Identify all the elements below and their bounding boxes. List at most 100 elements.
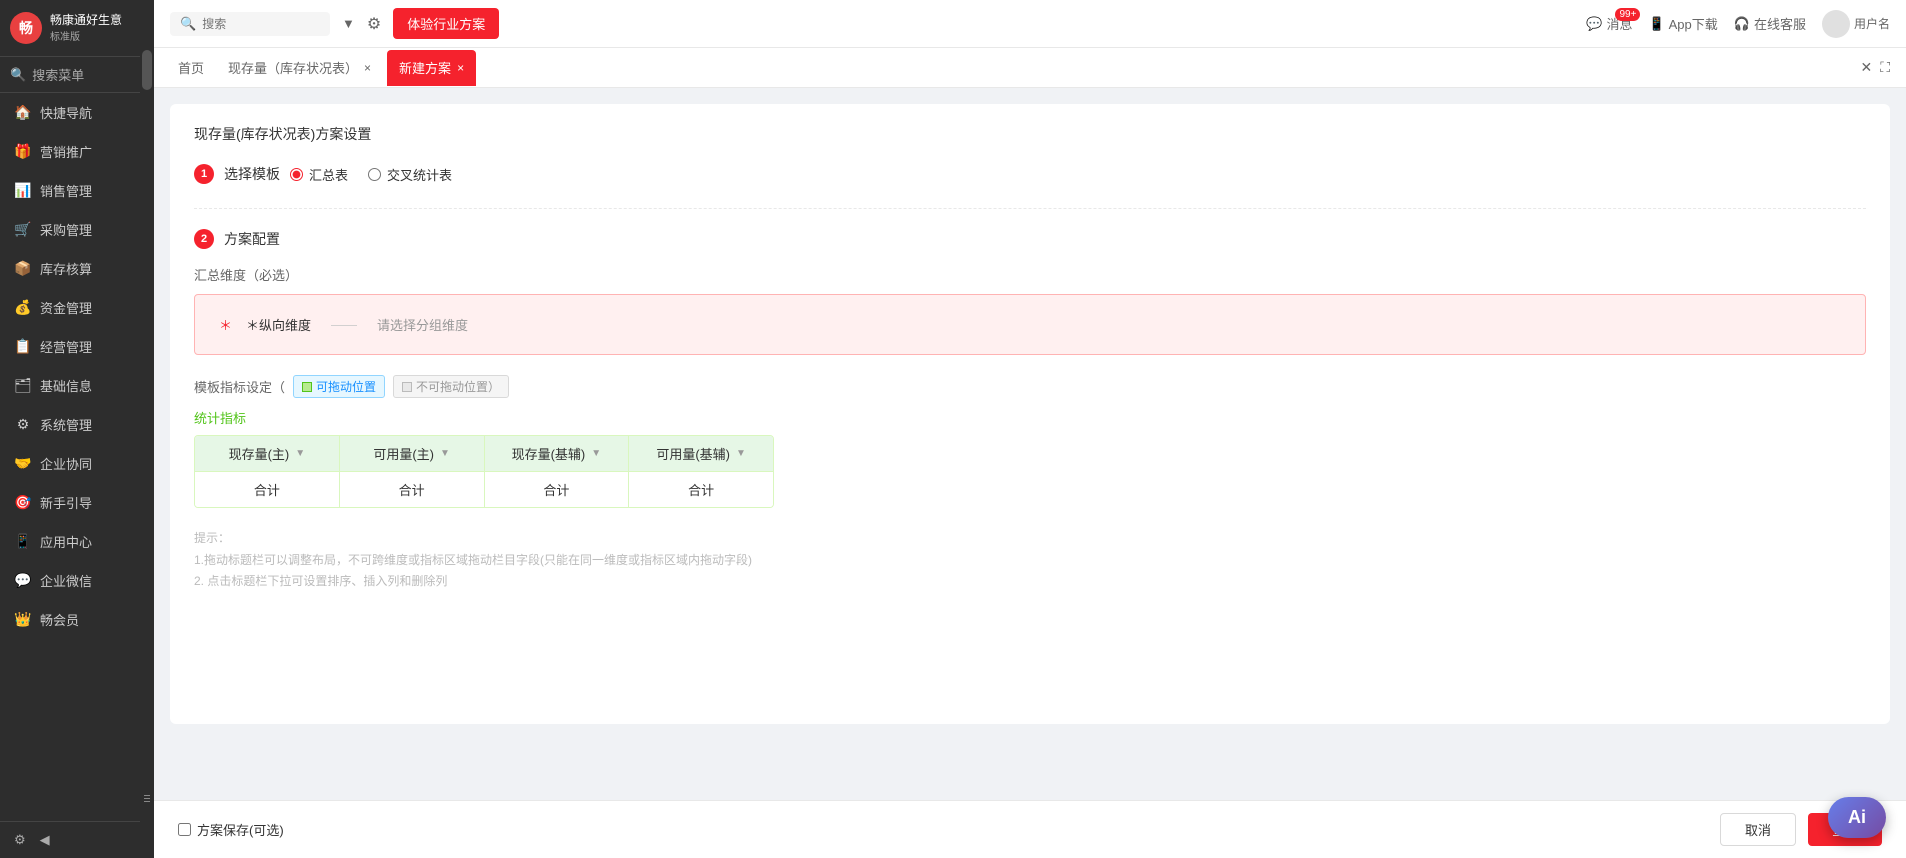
col-dropdown-icon[interactable]: ▼ [295,448,305,459]
collapse-icon[interactable]: ◀ [40,832,50,848]
sidebar-scroll [140,0,154,858]
step1-title: 选择模板 [224,164,280,184]
sidebar-item-app-center[interactable]: 📱 应用中心 [0,522,140,561]
step1-header: 1 选择模板 汇总表 交叉统计表 [194,164,1866,184]
step2-section: 2 方案配置 汇总维度（必选） ＊ ＊纵向维度 —— 请选择分组维度 模板指标设… [194,229,1866,593]
app-icon: 📱 [1648,16,1664,32]
sidebar-item-basic-info[interactable]: 🗂 基础信息 [0,366,140,405]
headset-icon: 🎧 [1734,16,1750,32]
sidebar-item-purchase[interactable]: 🛒 采购管理 [0,210,140,249]
topbar: 🔍 ▼ ⚙ 体验行业方案 💬 消息 99+ 📱 App下载 🎧 在线客服 [154,0,1906,48]
sidebar-item-enterprise[interactable]: 🤝 企业协同 [0,444,140,483]
col-dropdown-icon[interactable]: ▼ [736,448,746,459]
enterprise-icon: 🤝 [14,455,32,473]
stats-col-可用量(主)[interactable]: 可用量(主)▼ [340,436,485,471]
tab-new-plan[interactable]: 新建方案 × [387,50,476,86]
basic-info-icon: 🗂 [14,377,32,395]
onboarding-label: 新手引导 [40,493,92,512]
tab-close-inventory[interactable]: × [364,61,371,75]
sidebar-item-onboarding[interactable]: 🎯 新手引导 [0,483,140,522]
bottom-bar: 方案保存(可选) 取消 查询 [154,800,1906,858]
topbar-online-service[interactable]: 🎧 在线客服 [1734,14,1806,33]
tab-close-btn[interactable]: ✕ [1860,59,1872,76]
cancel-button[interactable]: 取消 [1720,813,1796,846]
logo-icon: 畅 [10,12,42,44]
save-checkbox[interactable]: 方案保存(可选) [178,820,284,839]
tips-section: 提示： 1.拖动标题栏可以调整布局，不可跨维度或指标区域拖动栏目字段(只能在同一… [194,528,1866,593]
tab-inventory-status[interactable]: 现存量（库存状况表） × [216,50,383,86]
stats-col-现存量(主)[interactable]: 现存量(主)▼ [195,436,340,471]
member-icon: 👑 [14,611,32,629]
ai-button[interactable]: Ai [1828,797,1886,838]
purchase-label: 采购管理 [40,220,92,239]
sidebar-item-operations[interactable]: 📋经营管理 [0,327,140,366]
non-draggable-tag: 不可拖动位置） [393,375,509,398]
dimension-selector[interactable]: ＊ ＊纵向维度 —— 请选择分组维度 [194,294,1866,355]
tip-1: 1.拖动标题栏可以调整布局，不可跨维度或指标区域拖动栏目字段(只能在同一维度或指… [194,550,1866,572]
stats-table-body: 合计合计合计合计 [195,471,773,507]
sales-icon: 📊 [14,182,32,200]
app-center-icon: 📱 [14,533,32,551]
topbar-search-box[interactable]: 🔍 [170,12,330,36]
step1-section: 1 选择模板 汇总表 交叉统计表 [194,164,1866,184]
purchase-icon: 🛒 [14,221,32,239]
sidebar-search[interactable]: 🔍 搜索菜单 [0,57,140,93]
tip-2: 2. 点击标题栏下拉可设置排序、插入列和删除列 [194,571,1866,593]
search-icon: 🔍 [10,67,26,83]
sales-label: 销售管理 [40,181,92,200]
tab-close-new-plan[interactable]: × [457,61,464,75]
template-radio-group: 汇总表 交叉统计表 [290,165,452,184]
sidebar-item-member[interactable]: 👑畅会员 [0,600,140,639]
app-center-label: 应用中心 [40,532,92,551]
topbar-message[interactable]: 💬 消息 99+ [1586,14,1632,33]
message-badge: 99+ [1615,8,1640,21]
topbar-settings-icon[interactable]: ⚙ [367,14,381,34]
radio-summary-input[interactable] [290,168,303,181]
radio-cross-input[interactable] [368,168,381,181]
settings-icon[interactable]: ⚙ [14,832,26,848]
experience-button[interactable]: 体验行业方案 [393,8,499,39]
indicator-settings: 模板指标设定（ 可拖动位置 不可拖动位置） 统计指标 [194,375,1866,508]
radio-summary[interactable]: 汇总表 [290,165,348,184]
wechat-label: 企业微信 [40,571,92,590]
stats-col-现存量(基辅)[interactable]: 现存量(基辅)▼ [485,436,630,471]
marketing-label: 营销推广 [40,142,92,161]
topbar-app-download[interactable]: 📱 App下载 [1648,14,1717,33]
sidebar: 畅 畅康通好生意 标准版 🔍 搜索菜单 🏠快捷导航🎁营销推广📊销售管理🛒采购管理… [0,0,140,858]
stats-cell-现存量(基辅): 合计 [485,472,630,507]
tips-title: 提示： [194,531,230,545]
tab-new-plan-label: 新建方案 [399,58,451,77]
col-dropdown-icon[interactable]: ▼ [440,448,450,459]
sidebar-nav: 🏠快捷导航🎁营销推广 📊 销售管理 🛒 采购管理 📦库存核算💰资金管理📋经营管理 🗂 基础信息… [0,93,140,821]
stats-cell-可用量(主): 合计 [340,472,485,507]
sidebar-item-quick-nav[interactable]: 🏠快捷导航 [0,93,140,132]
radio-cross[interactable]: 交叉统计表 [368,165,452,184]
topbar-dropdown[interactable]: ▼ [342,16,355,31]
sidebar-item-sales[interactable]: 📊 销售管理 [0,171,140,210]
quick-nav-icon: 🏠 [14,104,32,122]
stats-table: 现存量(主)▼可用量(主)▼现存量(基辅)▼可用量(基辅)▼ 合计合计合计合计 [194,435,774,508]
operations-icon: 📋 [14,338,32,356]
sidebar-item-finance[interactable]: 💰资金管理 [0,288,140,327]
sidebar-item-marketing[interactable]: 🎁营销推广 [0,132,140,171]
enterprise-label: 企业协同 [40,454,92,473]
sidebar-item-inventory[interactable]: 📦库存核算 [0,249,140,288]
topbar-search-input[interactable] [202,17,320,31]
sidebar-item-wechat[interactable]: 💬企业微信 [0,561,140,600]
stats-table-header: 现存量(主)▼可用量(主)▼现存量(基辅)▼可用量(基辅)▼ [195,436,773,471]
dim-placeholder: 请选择分组维度 [377,315,468,334]
finance-icon: 💰 [14,299,32,317]
save-checkbox-input[interactable] [178,823,191,836]
col-dropdown-icon[interactable]: ▼ [591,448,601,459]
topbar-right: 💬 消息 99+ 📱 App下载 🎧 在线客服 用户名 [1586,10,1890,38]
basic-info-label: 基础信息 [40,376,92,395]
onboarding-icon: 🎯 [14,494,32,512]
tab-expand-btn[interactable]: ⛶ [1880,59,1890,76]
topbar-user-avatar[interactable]: 用户名 [1822,10,1890,38]
message-icon: 💬 [1586,16,1602,32]
step2-header: 2 方案配置 [194,229,1866,249]
sidebar-item-system[interactable]: ⚙系统管理 [0,405,140,444]
stats-col-可用量(基辅)[interactable]: 可用量(基辅)▼ [629,436,773,471]
tab-home[interactable]: 首页 [170,58,212,77]
inventory-icon: 📦 [14,260,32,278]
